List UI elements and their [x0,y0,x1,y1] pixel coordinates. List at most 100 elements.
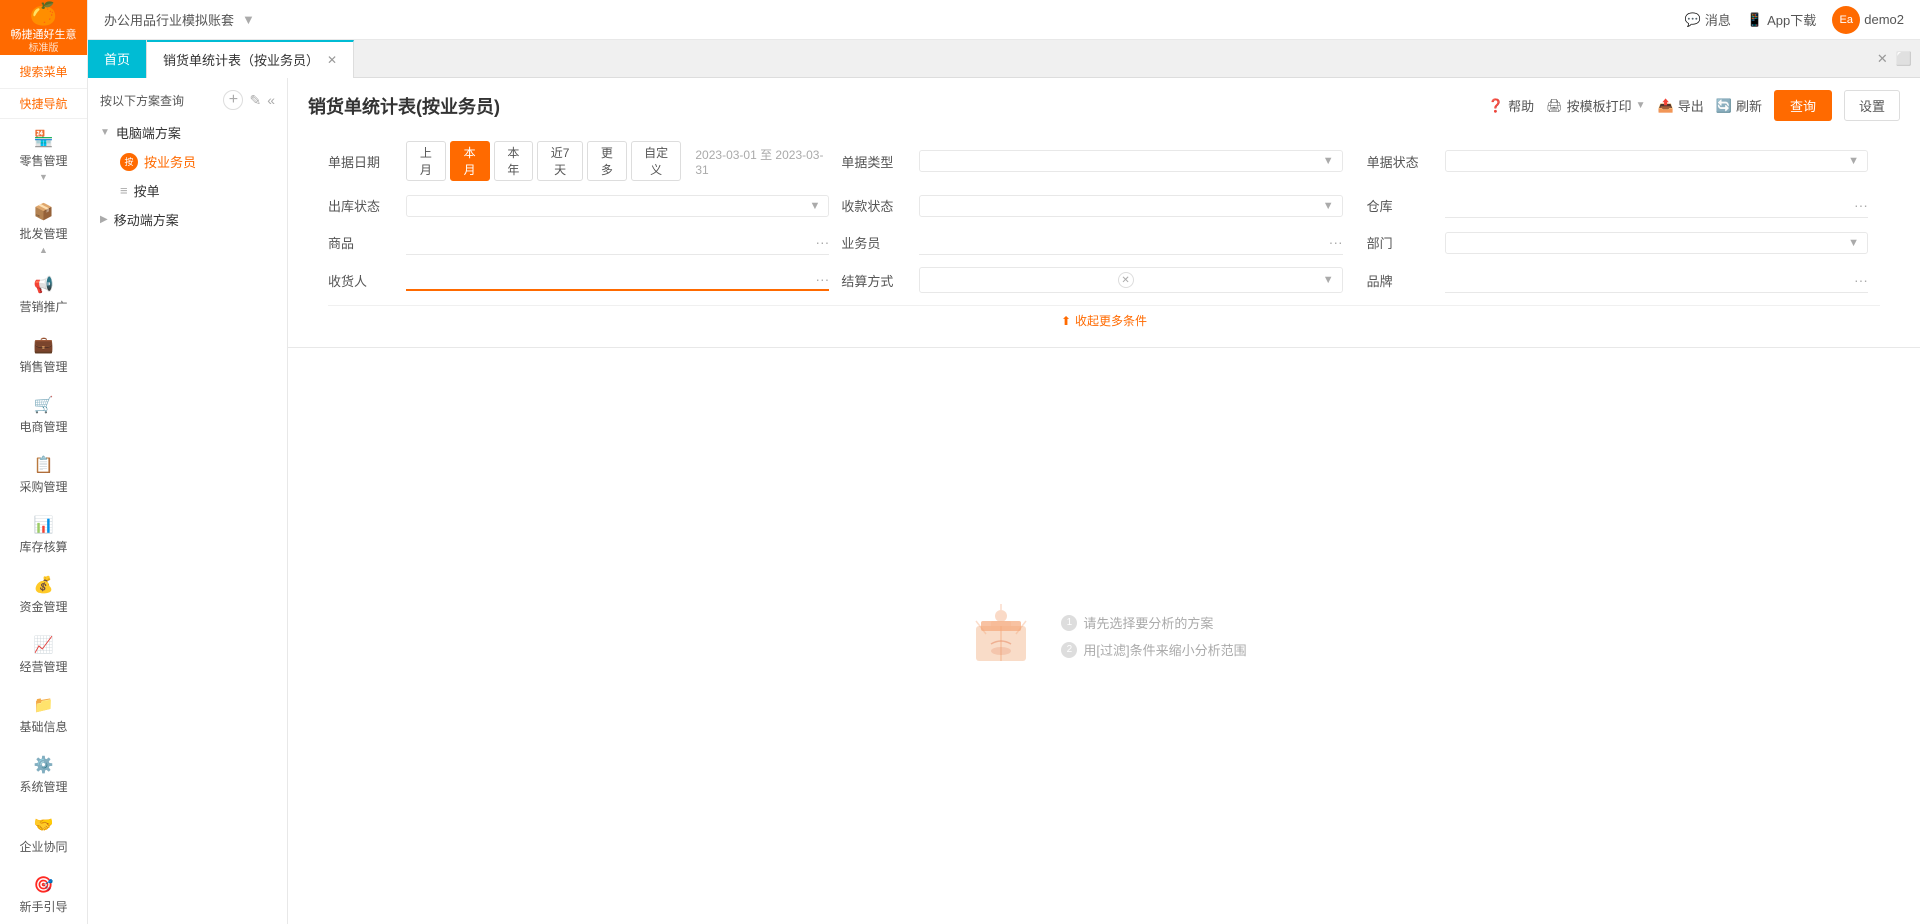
date-btn-this-month[interactable]: 本月 [450,141,490,181]
consignee-dots[interactable]: ··· [815,271,829,287]
edit-scheme-icon[interactable]: ✎ [249,92,261,109]
date-btn-this-year[interactable]: 本年 [494,141,534,181]
tree-item-by-salesperson[interactable]: 按 按业务员 [112,147,287,176]
sidebar-item-marketing[interactable]: 📢 营销推广 [0,265,87,325]
date-btn-last-month[interactable]: 上月 [406,141,446,181]
tree-pc-label: 电脑端方案 [116,123,181,142]
sidebar-item-inventory[interactable]: 📊 库存核算 [0,505,87,565]
tab-close-icon[interactable]: ✕ [327,53,337,67]
operation-icon: 📈 [34,635,54,655]
date-btn-custom[interactable]: 自定义 [631,141,682,181]
app-logo: 🍊 畅捷通好生意 标准版 [0,0,87,55]
date-buttons: 上月 本月 本年 近7天 更多 自定义 [406,141,681,181]
setting-btn[interactable]: 设置 [1844,90,1900,121]
consignee-input[interactable] [406,270,811,289]
receipt-status-label: 收款状态 [841,196,911,215]
doc-type-select[interactable]: ▼ [919,150,1342,172]
print-btn[interactable]: 🖨 按模板打印 ▼ [1546,96,1645,115]
date-btn-7days[interactable]: 近7天 [537,141,583,181]
refresh-btn[interactable]: 🔄 刷新 [1716,96,1762,115]
left-panel: 按以下方案查询 + ✎ « ▼ 电脑端方案 按 按业务员 ≡ 按单 [88,78,288,924]
tree-expand-icon: ▼ [100,127,110,138]
filter-goods-cell: 商品 ··· [328,230,829,255]
sidebar: 🍊 畅捷通好生意 标准版 搜索菜单 快捷导航 🏪 零售管理 ▼ 📦 批发管理 ▲… [0,0,88,924]
filter-out-status-cell: 出库状态 ▼ [328,195,829,217]
add-scheme-icon[interactable]: + [223,90,243,110]
goods-label: 商品 [328,233,398,252]
quick-nav[interactable]: 快捷导航 [0,89,87,119]
doc-status-select[interactable]: ▼ [1445,150,1868,172]
salesperson-dots[interactable]: ··· [1329,234,1343,250]
sidebar-item-system[interactable]: ⚙️ 系统管理 [0,745,87,805]
tab-actions: ✕ ⬜ [1877,51,1920,67]
brand-input-wrap[interactable]: ··· [1445,268,1868,293]
user-menu[interactable]: Ea demo2 [1832,6,1904,34]
collapse-label: 收起更多条件 [1075,312,1147,329]
goods-input-wrap[interactable]: ··· [406,230,829,255]
sidebar-item-basic[interactable]: 📁 基础信息 [0,685,87,745]
filter-row-3: 商品 ··· 业务员 ··· 部门 [328,230,1880,255]
sidebar-item-purchase[interactable]: 📋 采购管理 [0,445,87,505]
tree-mobile-schemes[interactable]: ▶ 移动端方案 [88,205,287,234]
warehouse-dots[interactable]: ··· [1854,197,1868,213]
sidebar-item-retail[interactable]: 🏪 零售管理 ▼ [0,119,87,192]
empty-tips: 1 请先选择要分析的方案 2 用[过滤]条件来缩小分析范围 [1061,613,1246,659]
brand-dots[interactable]: ··· [1854,272,1868,288]
doc-type-arrow: ▼ [1323,155,1334,167]
header-left: 办公用品行业模拟账套 ▼ [104,10,255,29]
sidebar-item-enterprise[interactable]: 🤝 企业协同 [0,805,87,865]
page-header-top: 销货单统计表(按业务员) ❓ 帮助 🖨 按模板打印 ▼ 📤 [308,90,1900,121]
maximize-icon[interactable]: ⬜ [1896,51,1912,67]
sidebar-item-purchase-label: 采购管理 [19,478,67,495]
active-scheme-icon: 按 [120,153,138,171]
sidebar-item-wholesale[interactable]: 📦 批发管理 ▲ [0,192,87,265]
tree-item-by-salesperson-label: 按业务员 [144,152,196,171]
page-header: 销货单统计表(按业务员) ❓ 帮助 🖨 按模板打印 ▼ 📤 [288,78,1920,348]
sidebar-item-sales[interactable]: 💼 销售管理 [0,325,87,385]
tree-pc-schemes[interactable]: ▼ 电脑端方案 [88,118,287,147]
query-btn[interactable]: 查询 [1774,90,1832,121]
sidebar-item-ecommerce[interactable]: 🛒 电商管理 [0,385,87,445]
message-btn[interactable]: 💬 消息 [1685,10,1731,29]
payment-clear-btn[interactable]: ✕ [1118,272,1134,288]
header-dropdown-icon[interactable]: ▼ [242,12,255,27]
collapse-panel-icon[interactable]: « [267,92,275,108]
help-btn[interactable]: ❓ 帮助 [1488,96,1534,115]
payment-label: 结算方式 [841,271,911,290]
tab-sales-stat[interactable]: 销货单统计表（按业务员） ✕ [147,40,354,78]
sidebar-item-finance-label: 资金管理 [19,598,67,615]
collapse-filter-btn[interactable]: ⬆ 收起更多条件 [328,305,1880,335]
sidebar-item-wholesale-label: 批发管理 [19,225,67,242]
system-icon: ⚙️ [34,755,54,775]
sidebar-item-finance[interactable]: 💰 资金管理 [0,565,87,625]
export-btn[interactable]: 📤 导出 [1658,96,1704,115]
export-icon: 📤 [1658,98,1674,114]
sidebar-item-newbie[interactable]: 🎯 新手引导 [0,865,87,924]
message-label: 消息 [1705,10,1731,29]
warehouse-input-wrap[interactable]: ··· [1445,193,1868,218]
page-actions: ❓ 帮助 🖨 按模板打印 ▼ 📤 导出 🔄 [1488,90,1900,121]
sidebar-item-operation[interactable]: 📈 经营管理 [0,625,87,685]
app-name: 畅捷通好生意 [11,28,77,42]
filter-doc-status-cell: 单据状态 ▼ [1355,150,1880,172]
empty-icon [961,596,1041,676]
out-status-select[interactable]: ▼ [406,195,829,217]
date-btn-more[interactable]: 更多 [587,141,627,181]
app-download-btn[interactable]: 📱 App下载 [1747,10,1816,29]
sidebar-item-sales-label: 销售管理 [19,358,67,375]
salesperson-input-wrap[interactable]: ··· [919,230,1342,255]
payment-select[interactable]: ✕ ▼ [919,267,1342,293]
app-download-icon: 📱 [1747,12,1763,28]
receipt-status-select[interactable]: ▼ [919,195,1342,217]
goods-dots[interactable]: ··· [815,234,829,250]
tree-item-by-order[interactable]: ≡ 按单 [112,176,287,205]
date-label: 单据日期 [328,152,398,171]
refresh-icon: 🔄 [1716,98,1732,114]
enterprise-icon: 🤝 [34,815,54,835]
search-menu[interactable]: 搜索菜单 [0,55,87,89]
main-body: 1 请先选择要分析的方案 2 用[过滤]条件来缩小分析范围 [288,348,1920,924]
dept-select[interactable]: ▼ [1445,232,1868,254]
tab-home[interactable]: 首页 [88,40,147,78]
tree-mobile-label: 移动端方案 [114,210,179,229]
close-window-icon[interactable]: ✕ [1877,51,1888,67]
